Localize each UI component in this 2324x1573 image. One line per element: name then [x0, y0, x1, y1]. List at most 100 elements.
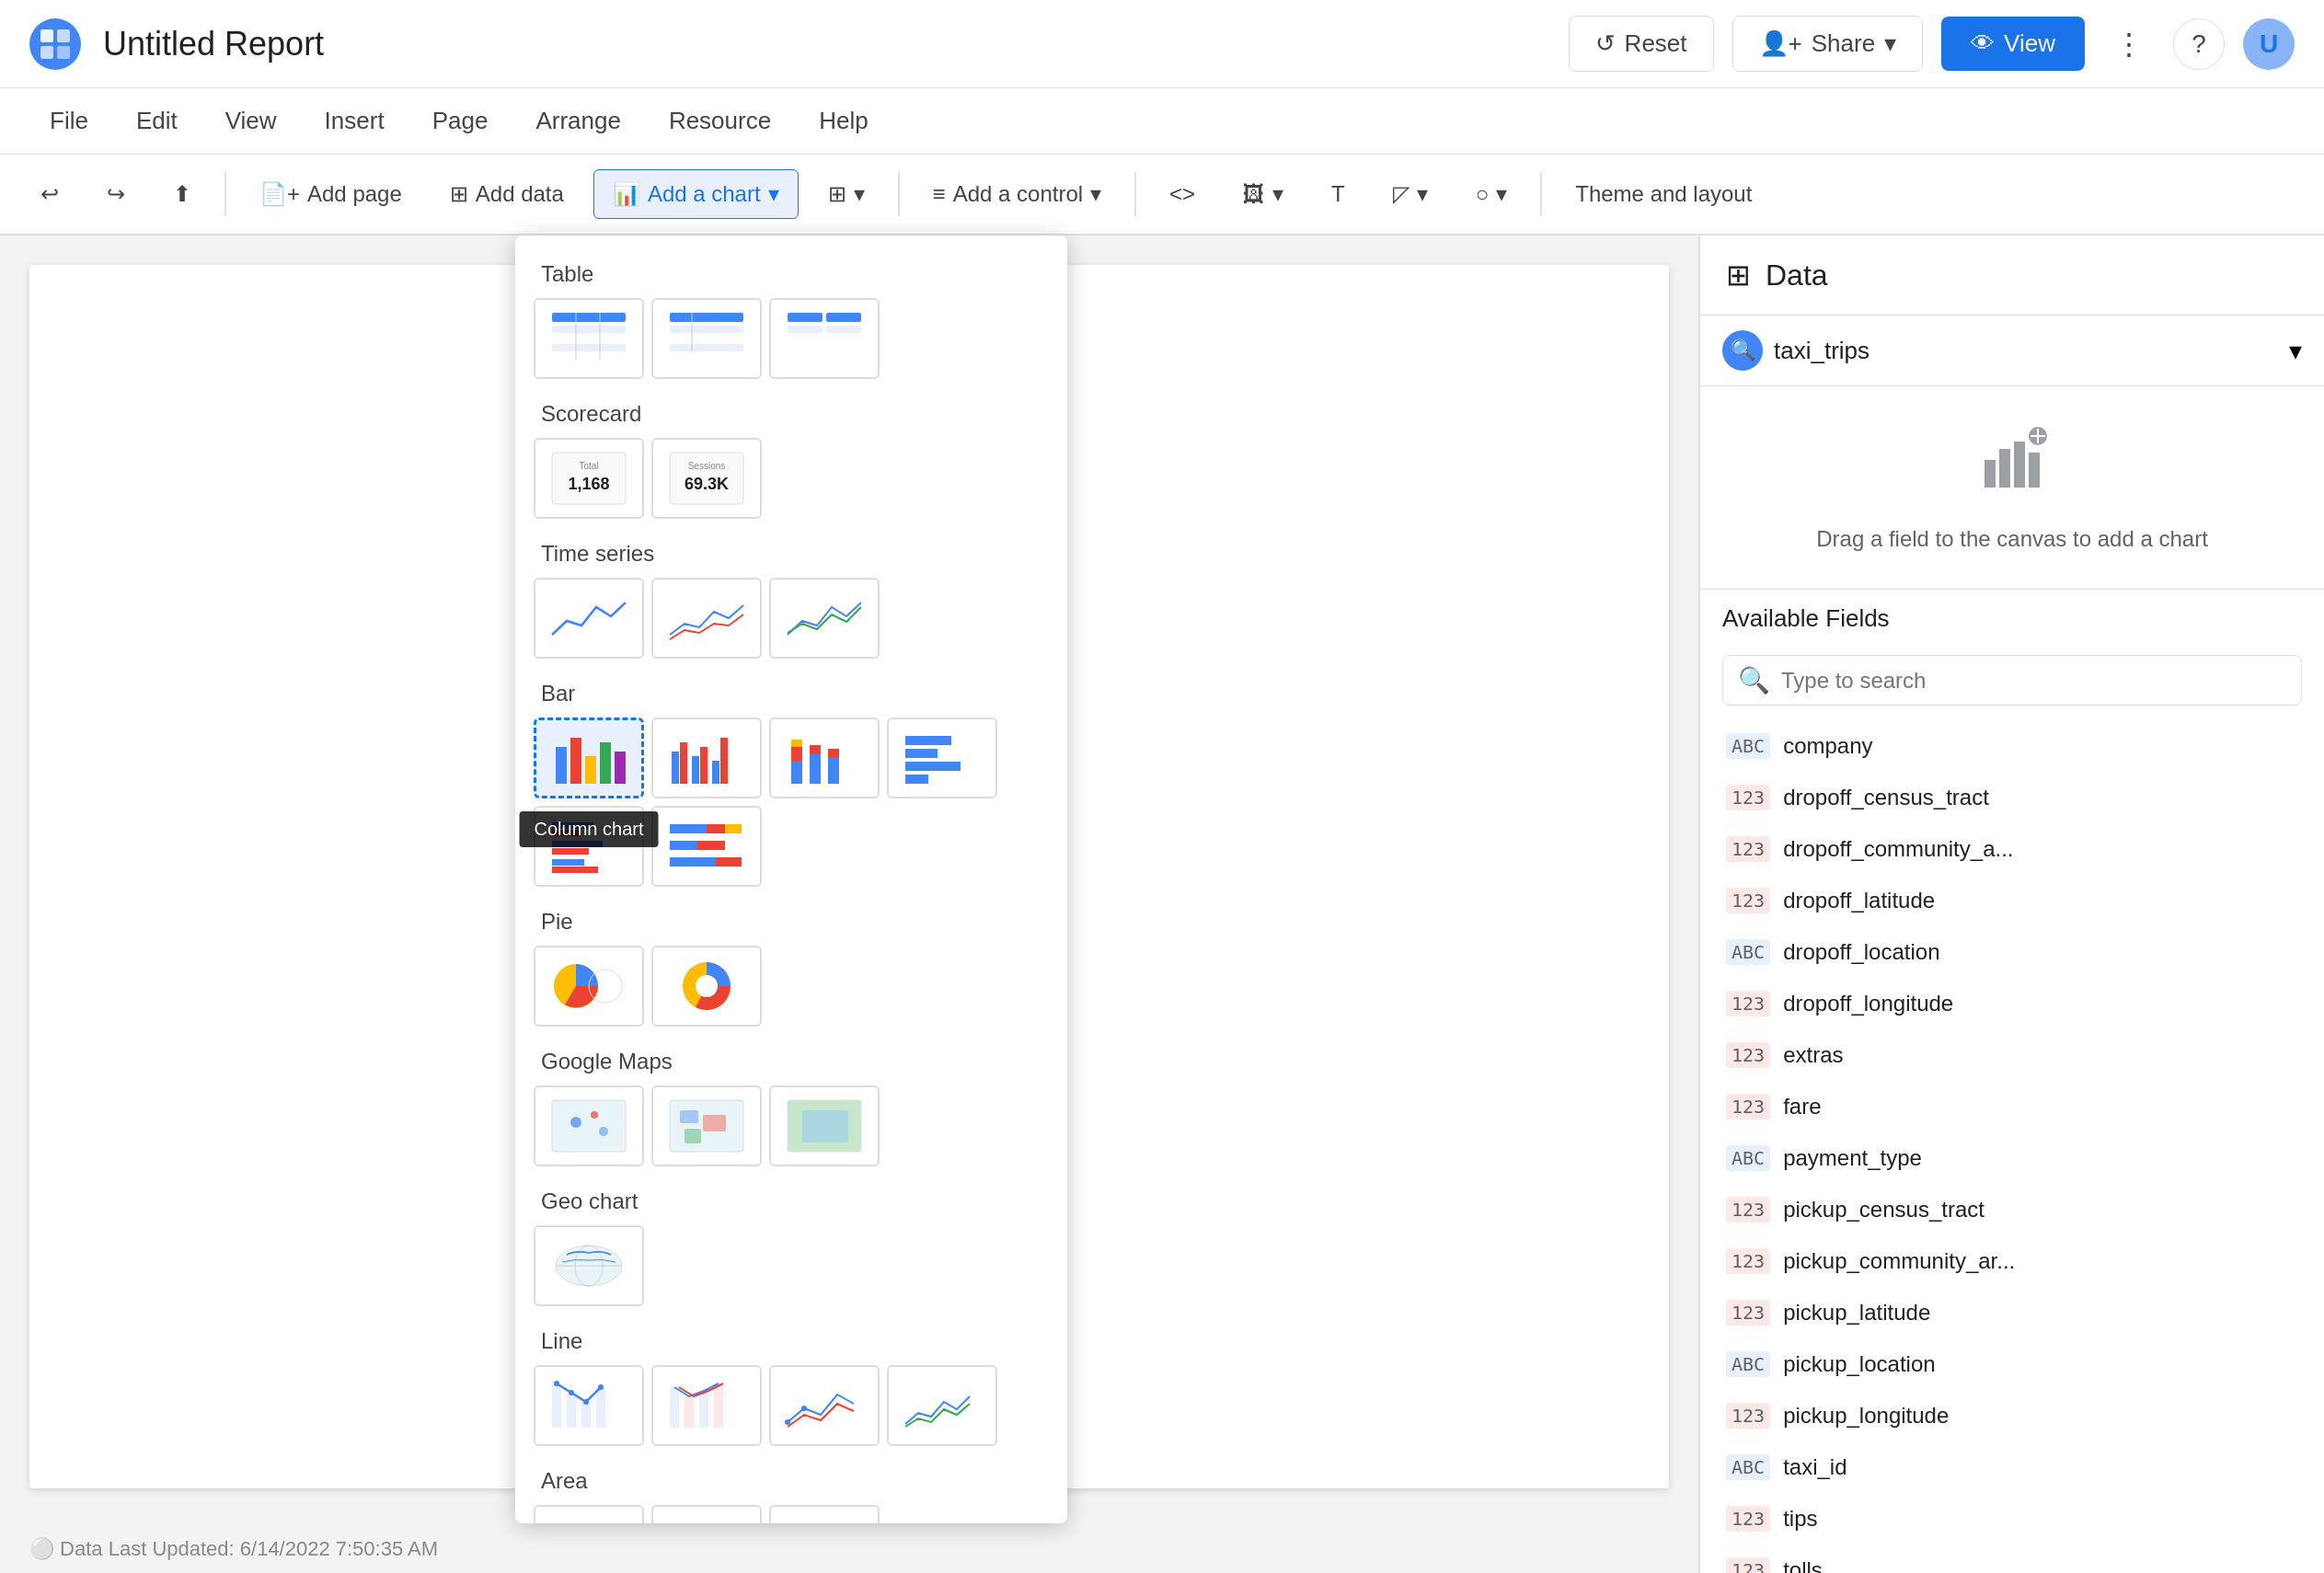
field-name: pickup_longitude — [1783, 1403, 2298, 1429]
code-button[interactable]: <> — [1151, 170, 1214, 218]
chart-option[interactable] — [769, 718, 880, 798]
svg-rect-44 — [791, 761, 802, 784]
field-item[interactable]: 123dropoff_latitude — [1700, 875, 2324, 926]
svg-rect-42 — [712, 761, 719, 784]
chart-option[interactable] — [534, 1505, 644, 1523]
field-item[interactable]: 123dropoff_community_a... — [1700, 823, 2324, 875]
menu-file[interactable]: File — [29, 98, 109, 144]
add-page-button[interactable]: 📄+ Add page — [241, 170, 420, 218]
chart-option[interactable] — [534, 1365, 644, 1446]
undo-button[interactable]: ↩ — [22, 170, 77, 218]
field-item[interactable]: 123pickup_census_tract — [1700, 1184, 2324, 1235]
add-control-button[interactable]: ≡ Add a control ▾ — [915, 170, 1120, 218]
chart-option[interactable] — [534, 578, 644, 659]
field-item[interactable]: ABCpayment_type — [1700, 1132, 2324, 1184]
help-button[interactable]: ? — [2173, 18, 2225, 70]
field-item[interactable]: 123dropoff_census_tract — [1700, 772, 2324, 823]
image-button[interactable]: 🖼 ▾ — [1225, 170, 1302, 218]
field-item[interactable]: ABCtaxi_id — [1700, 1441, 2324, 1493]
field-item[interactable]: 123tips — [1700, 1493, 2324, 1544]
chart-option[interactable] — [534, 1225, 644, 1306]
measure-button[interactable]: ○ ▾ — [1457, 170, 1526, 218]
chart-options-row — [515, 1361, 1067, 1457]
chart-option[interactable] — [651, 298, 762, 379]
chart-option[interactable]: Total1,168 — [534, 438, 644, 519]
svg-rect-6 — [2014, 442, 2025, 488]
chart-option[interactable] — [769, 578, 880, 659]
field-item[interactable]: 123pickup_community_ar... — [1700, 1235, 2324, 1287]
select-tool-button[interactable]: ⬆ — [155, 170, 210, 218]
menu-view[interactable]: View — [205, 98, 297, 144]
right-panel: ⊞ Data 🔍 taxi_trips ▾ Dr — [1698, 235, 2324, 1573]
chart-option[interactable] — [534, 1085, 644, 1166]
svg-point-97 — [785, 1419, 790, 1425]
avatar[interactable]: U — [2243, 18, 2295, 70]
view-button[interactable]: 👁 View — [1941, 17, 2085, 71]
data-source-row: 🔍 taxi_trips ▾ — [1700, 316, 2324, 386]
measure-icon: ○ — [1476, 181, 1490, 207]
theme-button[interactable]: Theme and layout — [1557, 170, 1770, 218]
field-item[interactable]: ABCcompany — [1700, 720, 2324, 772]
menu-help[interactable]: Help — [799, 98, 888, 144]
more-options-button[interactable]: ⋮ — [2103, 18, 2155, 70]
svg-rect-4 — [1985, 460, 1996, 488]
svg-rect-26 — [826, 326, 861, 333]
chart-option[interactable] — [769, 1085, 880, 1166]
search-input[interactable] — [1781, 668, 2286, 694]
community-button[interactable]: ⊞ ▾ — [810, 170, 883, 218]
svg-rect-95 — [699, 1391, 708, 1428]
chart-option[interactable] — [651, 1505, 762, 1523]
svg-rect-48 — [810, 745, 821, 754]
svg-rect-11 — [552, 313, 626, 322]
reset-button[interactable]: ↺ Reset — [1569, 16, 1714, 72]
chart-option[interactable] — [651, 718, 762, 798]
shape-button[interactable]: ◸ ▾ — [1375, 170, 1446, 218]
field-item[interactable]: 123pickup_latitude — [1700, 1287, 2324, 1338]
chart-option[interactable] — [651, 578, 762, 659]
chart-option[interactable] — [651, 1365, 762, 1446]
add-data-button[interactable]: ⊞ Add data — [431, 170, 582, 218]
svg-rect-5 — [1999, 449, 2010, 488]
chart-option[interactable]: Sessions69.3K — [651, 438, 762, 519]
svg-point-89 — [554, 1381, 559, 1386]
menu-page[interactable]: Page — [412, 98, 509, 144]
field-item[interactable]: 123extras — [1700, 1029, 2324, 1081]
redo-button[interactable]: ↪ — [88, 170, 144, 218]
field-type-123: 123 — [1726, 1506, 1770, 1532]
field-item[interactable]: 123fare — [1700, 1081, 2324, 1132]
chart-option[interactable] — [887, 718, 997, 798]
menu-resource[interactable]: Resource — [649, 98, 791, 144]
field-name: dropoff_census_tract — [1783, 785, 2298, 810]
menu-edit[interactable]: Edit — [116, 98, 198, 144]
field-name: pickup_location — [1783, 1351, 2298, 1377]
data-source-select[interactable]: taxi_trips — [1774, 337, 2278, 365]
field-item[interactable]: 123dropoff_longitude — [1700, 978, 2324, 1029]
chart-option[interactable] — [534, 298, 644, 379]
svg-rect-33 — [556, 747, 567, 784]
chart-option[interactable] — [887, 1365, 997, 1446]
chart-option[interactable] — [534, 806, 644, 887]
chart-option[interactable] — [651, 806, 762, 887]
svg-rect-3 — [57, 46, 70, 59]
chart-option[interactable] — [651, 1085, 762, 1166]
menu-insert[interactable]: Insert — [305, 98, 405, 144]
chart-option[interactable] — [769, 1365, 880, 1446]
field-item[interactable]: ABCdropoff_location — [1700, 926, 2324, 978]
add-chart-button[interactable]: 📊 Add a chart ▾ — [593, 169, 799, 219]
chart-option[interactable] — [651, 946, 762, 1027]
chevron-down-source[interactable]: ▾ — [2289, 336, 2302, 366]
svg-rect-77 — [680, 1110, 698, 1123]
chart-option[interactable] — [769, 1505, 880, 1523]
field-item[interactable]: ABCpickup_location — [1700, 1338, 2324, 1390]
svg-rect-93 — [670, 1387, 679, 1428]
field-type-abc: ABC — [1726, 733, 1770, 759]
field-item[interactable]: 123tolls — [1700, 1544, 2324, 1573]
chart-option[interactable] — [769, 298, 880, 379]
chart-option[interactable]: Column chart — [534, 718, 644, 798]
share-button[interactable]: 👤+ Share ▾ — [1732, 16, 1924, 72]
chart-option[interactable] — [534, 946, 644, 1027]
svg-rect-46 — [791, 740, 802, 747]
text-button[interactable]: T — [1313, 170, 1363, 218]
field-item[interactable]: 123pickup_longitude — [1700, 1390, 2324, 1441]
menu-arrange[interactable]: Arrange — [515, 98, 641, 144]
